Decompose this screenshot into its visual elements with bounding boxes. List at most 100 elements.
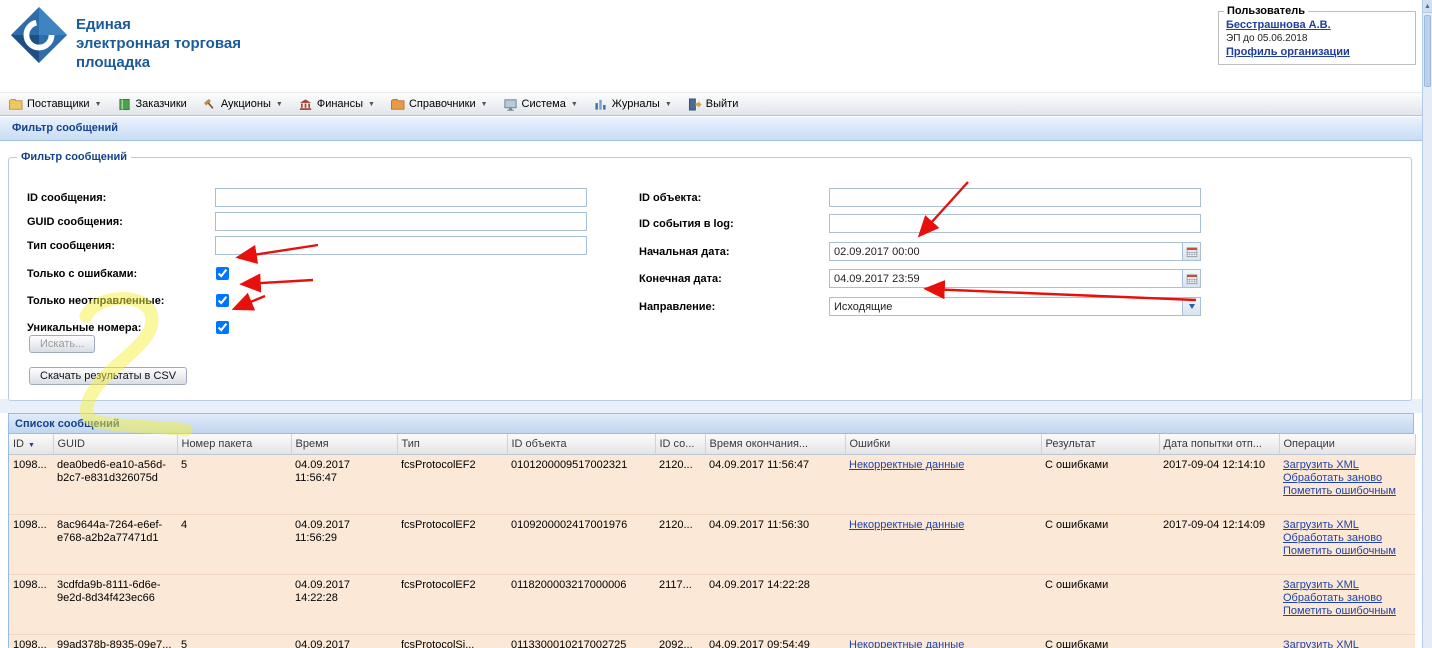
user-name-link[interactable]: Бесстрашнова А.В.	[1226, 19, 1331, 31]
chevron-down-icon: ▼	[368, 100, 375, 108]
cell-id: 1098...	[9, 634, 53, 648]
direction-combo-trigger[interactable]	[1183, 297, 1201, 316]
cell-object-id: 0118200003217000006	[507, 574, 655, 635]
table-row[interactable]: 1098... 3cdfda9b-8111-6d6e-9e2d-8d34f423…	[9, 574, 1415, 635]
message-id-input[interactable]	[215, 188, 587, 207]
app-header: Единая электронная торговая площадка Пол…	[0, 0, 1432, 92]
table-row[interactable]: 1098... 8ac9644a-7264-e6ef-e768-a2b2a774…	[9, 514, 1415, 575]
col-header-event-id[interactable]: ID со...	[655, 434, 706, 455]
cell-guid: 99ad378b-8935-09e7...	[53, 634, 177, 648]
reprocess-link[interactable]: Обработать заново	[1283, 532, 1411, 545]
field-row: ID события в log:	[639, 213, 1201, 234]
field-row: ID объекта:	[639, 187, 1201, 208]
cell-result: С ошибками	[1041, 514, 1159, 575]
table-row[interactable]: 1098... 99ad378b-8935-09e7... 5 04.09.20…	[9, 634, 1415, 648]
col-header-result[interactable]: Результат	[1041, 434, 1160, 455]
cell-errors: Некорректные данные	[845, 514, 1041, 575]
object-id-label: ID объекта:	[639, 191, 702, 204]
filter-panel-legend: Фильтр сообщений	[21, 151, 128, 163]
message-type-input[interactable]	[215, 236, 587, 255]
menu-item-customers[interactable]: Заказчики	[117, 97, 187, 112]
end-date-input[interactable]	[829, 269, 1183, 288]
cell-errors: Некорректные данные	[845, 454, 1041, 515]
field-row: ID сообщения:	[27, 187, 587, 208]
reprocess-link[interactable]: Обработать заново	[1283, 592, 1411, 605]
cell-end-time: 04.09.2017 14:22:28	[705, 574, 845, 635]
filter-panel: Фильтр сообщений ID сообщения: GUID сооб…	[8, 151, 1412, 401]
load-xml-link[interactable]: Загрузить XML	[1283, 579, 1411, 592]
menu-item-system[interactable]: Система ▼	[503, 97, 578, 112]
mark-erroneous-link[interactable]: Пометить ошибочным	[1283, 485, 1411, 498]
object-id-input[interactable]	[829, 188, 1201, 207]
col-header-guid[interactable]: GUID	[53, 434, 178, 455]
col-header-attempt-date[interactable]: Дата попытки отп...	[1159, 434, 1280, 455]
user-panel-legend: Пользователь	[1227, 5, 1306, 17]
mark-erroneous-link[interactable]: Пометить ошибочным	[1283, 545, 1411, 558]
combo-arrow-icon	[1188, 304, 1195, 309]
errors-only-checkbox[interactable]	[216, 267, 229, 280]
reprocess-link[interactable]: Обработать заново	[1283, 472, 1411, 485]
cell-end-time: 04.09.2017 09:54:49	[705, 634, 845, 648]
start-date-input[interactable]	[829, 242, 1183, 261]
scrollbar-thumb[interactable]	[1424, 15, 1431, 87]
mark-erroneous-link[interactable]: Пометить ошибочным	[1283, 605, 1411, 618]
cell-operations: Загрузить XML	[1279, 634, 1415, 648]
col-header-object-id[interactable]: ID объекта	[507, 434, 656, 455]
menu-item-suppliers[interactable]: Поставщики ▼	[8, 97, 102, 112]
vertical-scrollbar[interactable]: ▲	[1422, 0, 1432, 648]
log-event-id-input[interactable]	[829, 214, 1201, 233]
col-header-type[interactable]: Тип	[397, 434, 508, 455]
errors-only-label: Только с ошибками:	[27, 267, 138, 280]
table-row[interactable]: 1098... dea0bed6-ea10-a56d-b2c7-e831d326…	[9, 454, 1415, 515]
col-header-time[interactable]: Время	[291, 434, 398, 455]
cell-guid: 8ac9644a-7264-e6ef-e768-a2b2a77471d1	[53, 514, 177, 575]
cell-type: fcsProtocolEF2	[397, 514, 507, 575]
cell-attempt-date: 2017-09-04 12:14:10	[1159, 454, 1279, 515]
message-guid-input[interactable]	[215, 212, 587, 231]
calendar-icon	[1186, 247, 1197, 257]
directories-folder-icon	[391, 98, 405, 110]
col-header-end-time[interactable]: Время окончания...	[705, 434, 846, 455]
cell-end-time: 04.09.2017 11:56:30	[705, 514, 845, 575]
chevron-down-icon: ▼	[570, 100, 578, 108]
suppliers-folder-icon	[9, 98, 23, 110]
col-header-errors[interactable]: Ошибки	[845, 434, 1042, 455]
finance-bank-icon	[299, 98, 311, 110]
error-details-link[interactable]: Некорректные данные	[849, 639, 964, 648]
load-xml-link[interactable]: Загрузить XML	[1283, 639, 1411, 648]
col-header-operations[interactable]: Операции	[1279, 434, 1416, 455]
cell-time: 04.09.2017 14:22:28	[291, 574, 397, 635]
unique-numbers-checkbox[interactable]	[216, 321, 229, 334]
scroll-up-arrow-icon[interactable]: ▲	[1423, 0, 1432, 13]
cell-event-id: 2092...	[655, 634, 705, 648]
menu-item-directories[interactable]: Справочники ▼	[390, 97, 488, 112]
col-header-package[interactable]: Номер пакета	[177, 434, 292, 455]
cell-object-id: 0113300010217002725	[507, 634, 655, 648]
menu-item-journals[interactable]: Журналы ▼	[593, 97, 672, 112]
cell-attempt-date	[1159, 634, 1279, 648]
error-details-link[interactable]: Некорректные данные	[849, 519, 964, 531]
menu-item-finance[interactable]: Финансы ▼	[298, 97, 375, 112]
start-date-calendar-button[interactable]	[1183, 242, 1201, 261]
load-xml-link[interactable]: Загрузить XML	[1283, 459, 1411, 472]
field-row: Только с ошибками:	[27, 263, 229, 284]
download-csv-button[interactable]: Скачать результаты в CSV	[29, 367, 188, 385]
direction-label: Направление:	[639, 300, 716, 313]
error-details-link[interactable]: Некорректные данные	[849, 459, 964, 471]
cell-guid: dea0bed6-ea10-a56d-b2c7-e831d326075d	[53, 454, 177, 515]
cell-operations: Загрузить XML Обработать заново Пометить…	[1279, 574, 1415, 635]
field-row: Начальная дата:	[639, 241, 1201, 262]
end-date-calendar-button[interactable]	[1183, 269, 1201, 288]
direction-combo-input[interactable]	[829, 297, 1183, 316]
cell-end-time: 04.09.2017 11:56:47	[705, 454, 845, 515]
load-xml-link[interactable]: Загрузить XML	[1283, 519, 1411, 532]
org-profile-link[interactable]: Профиль организации	[1226, 46, 1350, 58]
unsent-only-checkbox[interactable]	[216, 294, 229, 307]
cell-id: 1098...	[9, 514, 53, 575]
cell-attempt-date: 2017-09-04 12:14:09	[1159, 514, 1279, 575]
search-button[interactable]: Искать...	[29, 335, 96, 353]
col-header-id[interactable]: ID ▼	[9, 434, 54, 455]
menu-item-logout[interactable]: Выйти	[687, 97, 738, 112]
cell-package: 4	[177, 514, 291, 575]
menu-item-auctions[interactable]: Аукционы ▼	[202, 97, 283, 112]
